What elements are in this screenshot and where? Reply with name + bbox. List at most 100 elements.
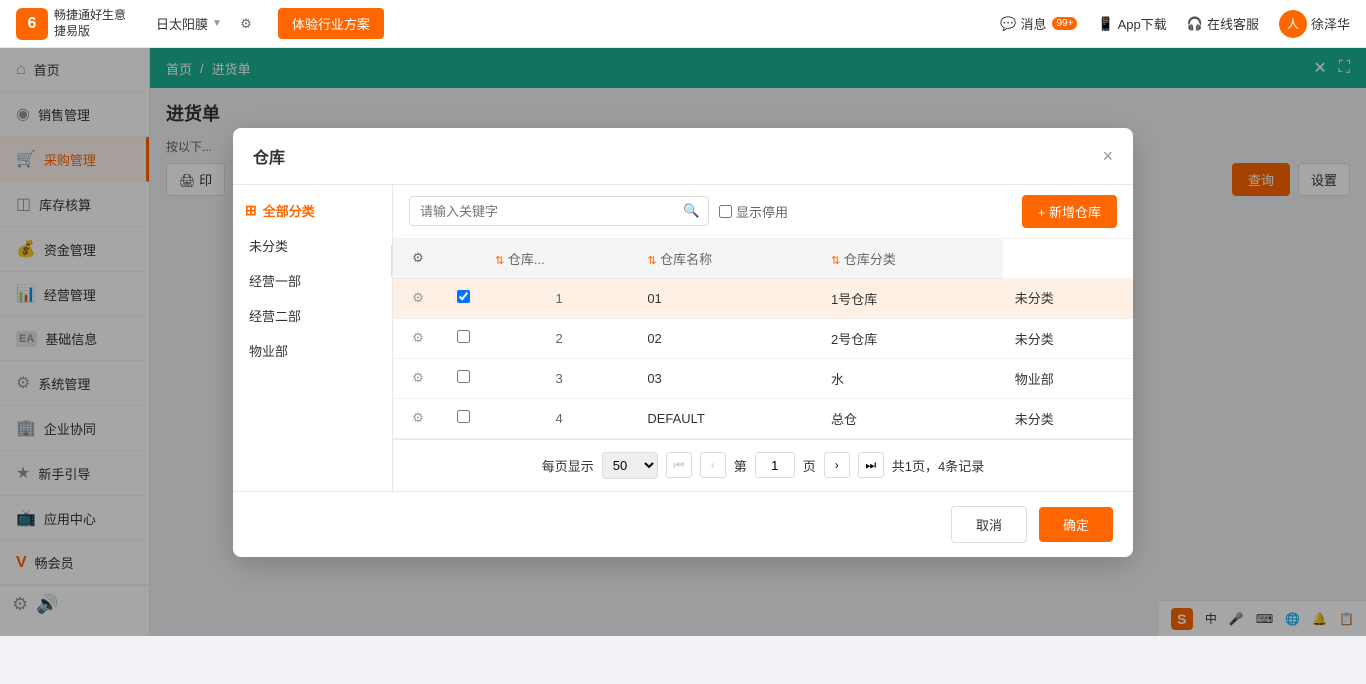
topbar: 6 畅捷通好生意 捷易版 日太阳膜 ▼ ⚙ 体验行业方案 💬 消息 99+ 📱 … — [0, 0, 1366, 48]
row-settings[interactable]: ⚙ — [393, 358, 443, 398]
modal-toolbar: 🔍 显示停用 + 新增仓库 — [393, 185, 1133, 239]
category-unclassified[interactable]: 未分类 — [233, 228, 392, 263]
trial-button[interactable]: 体验行业方案 — [278, 8, 384, 39]
store-name: 日太阳膜 — [156, 14, 208, 33]
all-categories-label: 全部分类 — [263, 201, 315, 220]
row-checkbox-cell[interactable] — [443, 278, 483, 318]
th-name[interactable]: ⇅ 仓库名称 — [635, 239, 819, 279]
show-disabled-text: 显示停用 — [736, 202, 788, 221]
search-box: 🔍 — [409, 196, 709, 226]
modal-header: 仓库 × — [233, 128, 1133, 185]
app-download-label: App下载 — [1118, 14, 1167, 33]
row-checkbox-cell[interactable] — [443, 358, 483, 398]
th-category[interactable]: ⇅ 仓库分类 — [819, 239, 1003, 279]
table-header-row: ⚙ ⇅ 仓库... ⇅ 仓库名称 — [393, 239, 1133, 279]
all-categories-item[interactable]: ⊞ 全部分类 — [233, 193, 392, 228]
table-row[interactable]: ⚙ 2 02 2号仓库 未分类 — [393, 318, 1133, 358]
modal-footer: 取消 确定 — [233, 491, 1133, 557]
page-input[interactable] — [755, 452, 795, 478]
row-num: 3 — [483, 358, 635, 398]
th-code[interactable]: ⇅ 仓库... — [483, 239, 635, 279]
logo-icon: 6 — [16, 8, 48, 40]
table-row[interactable]: ⚙ 3 03 水 物业部 — [393, 358, 1133, 398]
category-property[interactable]: 物业部 — [233, 333, 392, 368]
first-page-button[interactable]: ⏮ — [666, 452, 692, 478]
row-settings[interactable]: ⚙ — [393, 398, 443, 438]
prev-page-button[interactable]: ‹ — [700, 452, 726, 478]
row-checkbox[interactable] — [457, 290, 470, 303]
next-page-button[interactable]: › — [824, 452, 850, 478]
row-checkbox-cell[interactable] — [443, 318, 483, 358]
page-suffix: 页 — [803, 456, 816, 475]
row-checkbox[interactable] — [457, 370, 470, 383]
warehouse-table-wrap: ⚙ ⇅ 仓库... ⇅ 仓库名称 — [393, 239, 1133, 439]
online-service-item[interactable]: 🎧 在线客服 — [1187, 14, 1259, 33]
topbar-right: 💬 消息 99+ 📱 App下载 🎧 在线客服 人 徐泽华 — [1000, 10, 1350, 38]
row-name: 2号仓库 — [819, 318, 1003, 358]
row-name: 总仓 — [819, 398, 1003, 438]
row-checkbox[interactable] — [457, 410, 470, 423]
message-badge: 99+ — [1052, 17, 1077, 30]
row-settings[interactable]: ⚙ — [393, 318, 443, 358]
modal-close-button[interactable]: × — [1102, 147, 1113, 165]
user-item[interactable]: 人 徐泽华 — [1279, 10, 1350, 38]
modal-right-panel: 🔍 显示停用 + 新增仓库 ⚙ — [393, 185, 1133, 491]
per-page-select[interactable]: 50 10 20 100 — [602, 452, 658, 479]
settings-icon[interactable]: ⚙ — [230, 8, 262, 40]
row-code: 03 — [635, 358, 819, 398]
warehouse-modal: 仓库 × ⊞ 全部分类 未分类 经营一部 经营二部 物业部 《 — [233, 128, 1133, 557]
per-page-label: 每页显示 — [542, 456, 594, 475]
app-logo: 6 畅捷通好生意 捷易版 — [16, 8, 136, 40]
message-icon: 💬 — [1000, 16, 1016, 32]
row-checkbox[interactable] — [457, 330, 470, 343]
category-ops1[interactable]: 经营一部 — [233, 263, 392, 298]
th-settings: ⚙ — [393, 239, 443, 279]
avatar: 人 — [1279, 10, 1307, 38]
table-row[interactable]: ⚙ 4 DEFAULT 总仓 未分类 — [393, 398, 1133, 438]
headset-icon: 🎧 — [1187, 16, 1203, 32]
show-disabled-label: 显示停用 — [719, 202, 788, 221]
modal-body: ⊞ 全部分类 未分类 经营一部 经营二部 物业部 《 🔍 — [233, 185, 1133, 491]
sort-icon: ⇅ — [495, 255, 504, 267]
category-ops2[interactable]: 经营二部 — [233, 298, 392, 333]
row-category: 物业部 — [1003, 358, 1133, 398]
last-page-button[interactable]: ⏭ — [858, 452, 884, 478]
row-num: 1 — [483, 278, 635, 318]
row-name: 1号仓库 — [819, 278, 1003, 318]
grid-icon: ⊞ — [245, 202, 257, 219]
cancel-button[interactable]: 取消 — [951, 506, 1027, 543]
message-item[interactable]: 💬 消息 99+ — [1000, 14, 1077, 33]
table-row[interactable]: ⚙ 1 01 1号仓库 未分类 — [393, 278, 1133, 318]
row-code: 02 — [635, 318, 819, 358]
store-selector[interactable]: 日太阳膜 ▼ — [156, 14, 222, 33]
row-checkbox-cell[interactable] — [443, 398, 483, 438]
pagination: 每页显示 50 10 20 100 ⏮ ‹ 第 页 › ⏭ 共1页，4条记录 — [393, 439, 1133, 491]
user-name: 徐泽华 — [1311, 14, 1350, 33]
row-code: DEFAULT — [635, 398, 819, 438]
collapse-panel-button[interactable]: 《 — [391, 245, 393, 277]
add-warehouse-button[interactable]: + 新增仓库 — [1022, 195, 1117, 228]
row-code: 01 — [635, 278, 819, 318]
total-info: 共1页，4条记录 — [892, 456, 984, 475]
chevron-down-icon: ▼ — [212, 18, 222, 29]
row-num: 4 — [483, 398, 635, 438]
th-check — [443, 239, 483, 279]
search-input[interactable] — [410, 198, 675, 225]
confirm-button[interactable]: 确定 — [1039, 507, 1113, 542]
modal-overlay: 仓库 × ⊞ 全部分类 未分类 经营一部 经营二部 物业部 《 — [0, 48, 1366, 636]
sort-icon2: ⇅ — [647, 255, 656, 267]
row-category: 未分类 — [1003, 398, 1133, 438]
message-label: 消息 — [1020, 14, 1046, 33]
app-download-item[interactable]: 📱 App下载 — [1097, 14, 1166, 33]
logo-text: 畅捷通好生意 捷易版 — [54, 8, 126, 39]
row-name: 水 — [819, 358, 1003, 398]
row-category: 未分类 — [1003, 278, 1133, 318]
modal-title: 仓库 — [253, 144, 285, 168]
show-disabled-checkbox[interactable] — [719, 205, 732, 218]
row-settings[interactable]: ⚙ — [393, 278, 443, 318]
row-num: 2 — [483, 318, 635, 358]
sort-icon3: ⇅ — [831, 255, 840, 267]
phone-icon: 📱 — [1097, 16, 1113, 32]
search-button[interactable]: 🔍 — [675, 197, 708, 225]
online-service-label: 在线客服 — [1207, 14, 1259, 33]
